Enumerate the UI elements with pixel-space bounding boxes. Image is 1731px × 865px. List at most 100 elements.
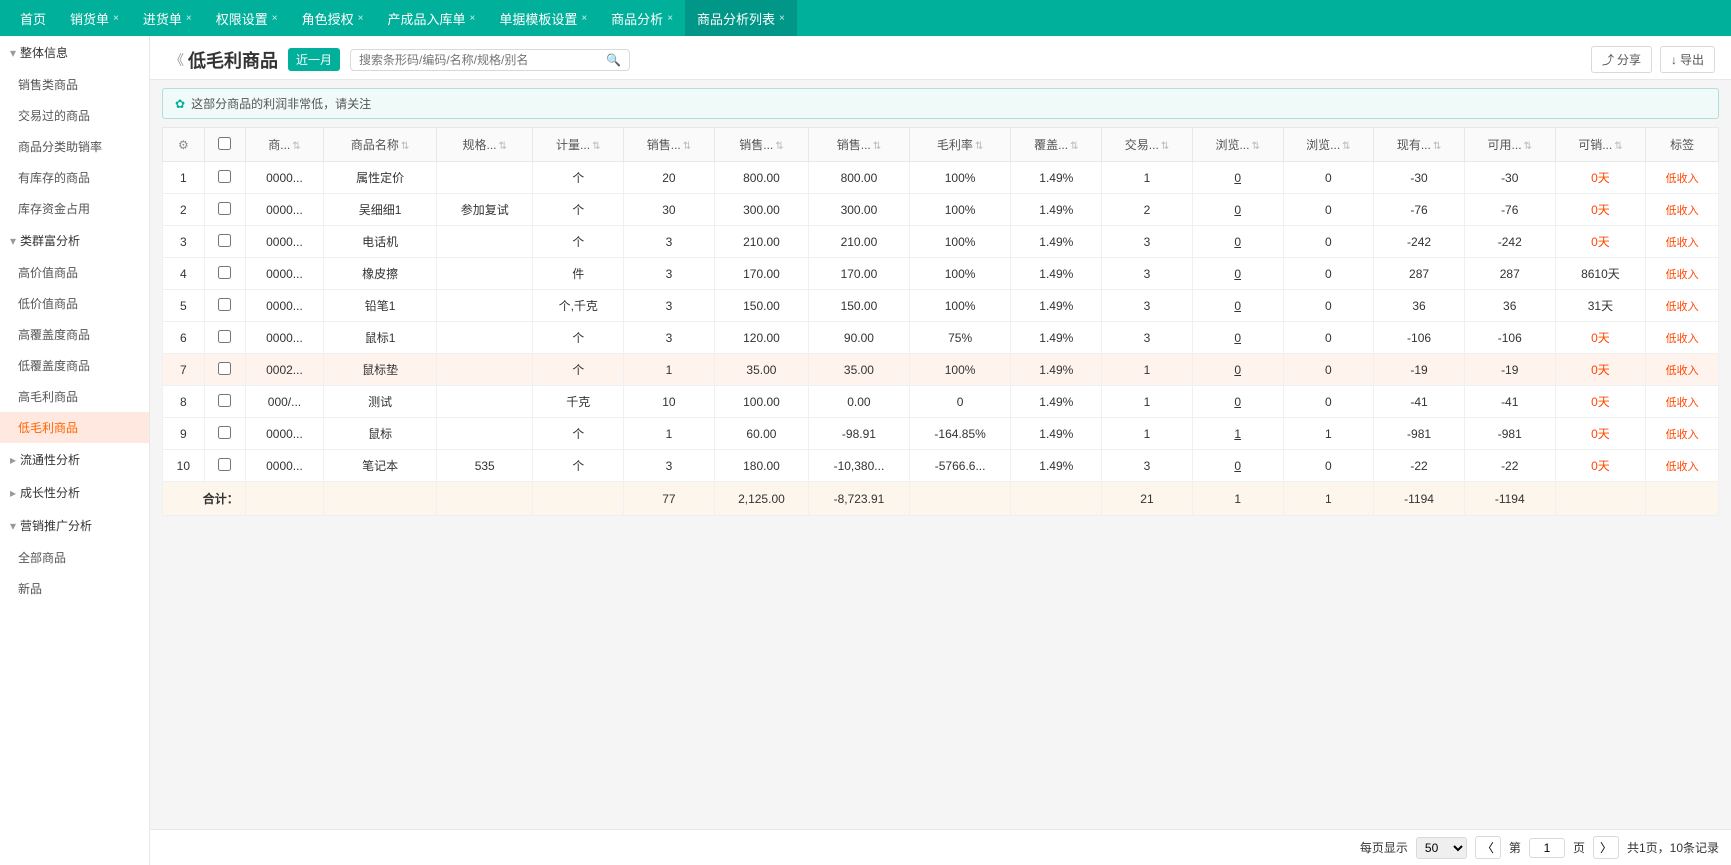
row-checkbox[interactable]	[218, 170, 231, 183]
sidebar-item-low-coverage[interactable]: 低覆盖度商品	[0, 350, 149, 381]
cell-checkbox[interactable]	[204, 162, 245, 194]
col-view2[interactable]: 浏览...⇅	[1283, 128, 1374, 162]
sidebar-item-traded-products[interactable]: 交易过的商品	[0, 100, 149, 131]
col-sales-profit[interactable]: 销售...⇅	[809, 128, 910, 162]
col-trade[interactable]: 交易...⇅	[1102, 128, 1193, 162]
cell-checkbox[interactable]	[204, 290, 245, 322]
cell-view1[interactable]: 0	[1192, 386, 1283, 418]
export-button[interactable]: ↓ 导出	[1660, 46, 1715, 73]
cell-view1[interactable]: 0	[1192, 290, 1283, 322]
sidebar-section-growth[interactable]: ▸ 成长性分析	[0, 476, 149, 509]
col-coverage[interactable]: 覆盖...⇅	[1011, 128, 1102, 162]
cell-view1[interactable]: 0	[1192, 354, 1283, 386]
close-icon[interactable]: ×	[113, 13, 119, 24]
cell-checkbox[interactable]	[204, 226, 245, 258]
sidebar-item-inventory-capital[interactable]: 库存资金占用	[0, 193, 149, 224]
col-checkbox[interactable]	[204, 128, 245, 162]
cell-view1[interactable]: 0	[1192, 162, 1283, 194]
sidebar-item-high-margin[interactable]: 高毛利商品	[0, 381, 149, 412]
col-code[interactable]: 商...⇅	[245, 128, 324, 162]
nav-item-analysis-list[interactable]: 商品分析列表 ×	[685, 0, 797, 36]
cell-checkbox[interactable]	[204, 450, 245, 482]
row-checkbox[interactable]	[218, 458, 231, 471]
row-checkbox[interactable]	[218, 330, 231, 343]
sidebar-item-sales-products[interactable]: 销售类商品	[0, 69, 149, 100]
per-page-select[interactable]: 50 20 100	[1416, 837, 1467, 859]
settings-icon[interactable]: ⚙	[178, 138, 189, 152]
row-checkbox[interactable]	[218, 202, 231, 215]
share-button[interactable]: ⤴ 分享	[1591, 46, 1652, 73]
page-input[interactable]	[1529, 838, 1565, 858]
row-checkbox[interactable]	[218, 394, 231, 407]
nav-item-permissions[interactable]: 权限设置 ×	[204, 0, 290, 36]
sidebar-item-high-value[interactable]: 高价值商品	[0, 257, 149, 288]
col-available[interactable]: 可用...⇅	[1464, 128, 1555, 162]
view-link[interactable]: 0	[1234, 299, 1241, 313]
next-page-button[interactable]: 〉	[1593, 836, 1619, 859]
cell-checkbox[interactable]	[204, 354, 245, 386]
view-link[interactable]: 0	[1234, 171, 1241, 185]
close-icon[interactable]: ×	[779, 13, 785, 24]
col-spec[interactable]: 规格...⇅	[437, 128, 533, 162]
nav-item-home[interactable]: 首页	[8, 0, 58, 36]
cell-view1[interactable]: 0	[1192, 322, 1283, 354]
view-link[interactable]: 0	[1234, 235, 1241, 249]
row-checkbox[interactable]	[218, 426, 231, 439]
close-icon[interactable]: ×	[358, 13, 364, 24]
nav-item-purchase[interactable]: 进货单 ×	[131, 0, 204, 36]
cell-checkbox[interactable]	[204, 418, 245, 450]
sidebar-item-category-rate[interactable]: 商品分类助销率	[0, 131, 149, 162]
col-sales-qty[interactable]: 销售...⇅	[624, 128, 715, 162]
sidebar-item-new-products[interactable]: 新品	[0, 573, 149, 604]
nav-item-roles[interactable]: 角色授权 ×	[290, 0, 376, 36]
select-all-checkbox[interactable]	[218, 137, 231, 150]
row-checkbox[interactable]	[218, 298, 231, 311]
sidebar-item-low-margin[interactable]: 低毛利商品	[0, 412, 149, 443]
col-tag[interactable]: 标签	[1646, 128, 1719, 162]
cell-checkbox[interactable]	[204, 194, 245, 226]
cell-view1[interactable]: 0	[1192, 226, 1283, 258]
row-checkbox[interactable]	[218, 234, 231, 247]
sidebar-section-liquidity[interactable]: ▸ 流通性分析	[0, 443, 149, 476]
sidebar-section-marketing[interactable]: ▾ 营销推广分析	[0, 509, 149, 542]
col-gear[interactable]: ⚙	[163, 128, 205, 162]
sidebar-item-all-products[interactable]: 全部商品	[0, 542, 149, 573]
view-link[interactable]: 0	[1234, 459, 1241, 473]
close-icon[interactable]: ×	[272, 13, 278, 24]
cell-checkbox[interactable]	[204, 258, 245, 290]
col-current[interactable]: 现有...⇅	[1374, 128, 1465, 162]
nav-item-templates[interactable]: 单据模板设置 ×	[487, 0, 599, 36]
cell-view1[interactable]: 0	[1192, 194, 1283, 226]
sidebar-item-high-coverage[interactable]: 高覆盖度商品	[0, 319, 149, 350]
sidebar-collapse-button[interactable]: 《	[166, 50, 188, 70]
sidebar-item-low-value[interactable]: 低价值商品	[0, 288, 149, 319]
search-input[interactable]	[359, 53, 606, 67]
close-icon[interactable]: ×	[581, 13, 587, 24]
col-saleable[interactable]: 可销...⇅	[1555, 128, 1646, 162]
cell-checkbox[interactable]	[204, 322, 245, 354]
nav-item-sales[interactable]: 销货单 ×	[58, 0, 131, 36]
col-sales-price[interactable]: 销售...⇅	[714, 128, 808, 162]
cell-view1[interactable]: 1	[1192, 418, 1283, 450]
sidebar-section-overall[interactable]: ▾ 整体信息	[0, 36, 149, 69]
view-link[interactable]: 0	[1234, 267, 1241, 281]
view-link[interactable]: 0	[1234, 395, 1241, 409]
row-checkbox[interactable]	[218, 266, 231, 279]
col-gross-rate[interactable]: 毛利率⇅	[909, 128, 1011, 162]
view-link[interactable]: 0	[1234, 363, 1241, 377]
cell-view1[interactable]: 0	[1192, 450, 1283, 482]
nav-item-analysis[interactable]: 商品分析 ×	[599, 0, 685, 36]
col-view1[interactable]: 浏览...⇅	[1192, 128, 1283, 162]
period-button[interactable]: 近一月	[288, 48, 340, 71]
col-unit[interactable]: 计量...⇅	[533, 128, 624, 162]
close-icon[interactable]: ×	[667, 13, 673, 24]
cell-view1[interactable]: 0	[1192, 258, 1283, 290]
view-link[interactable]: 0	[1234, 331, 1241, 345]
view-link[interactable]: 0	[1234, 203, 1241, 217]
row-checkbox[interactable]	[218, 362, 231, 375]
sidebar-item-in-stock[interactable]: 有库存的商品	[0, 162, 149, 193]
close-icon[interactable]: ×	[186, 13, 192, 24]
nav-item-products[interactable]: 产成品入库单 ×	[375, 0, 487, 36]
cell-checkbox[interactable]	[204, 386, 245, 418]
col-name[interactable]: 商品名称⇅	[324, 128, 437, 162]
